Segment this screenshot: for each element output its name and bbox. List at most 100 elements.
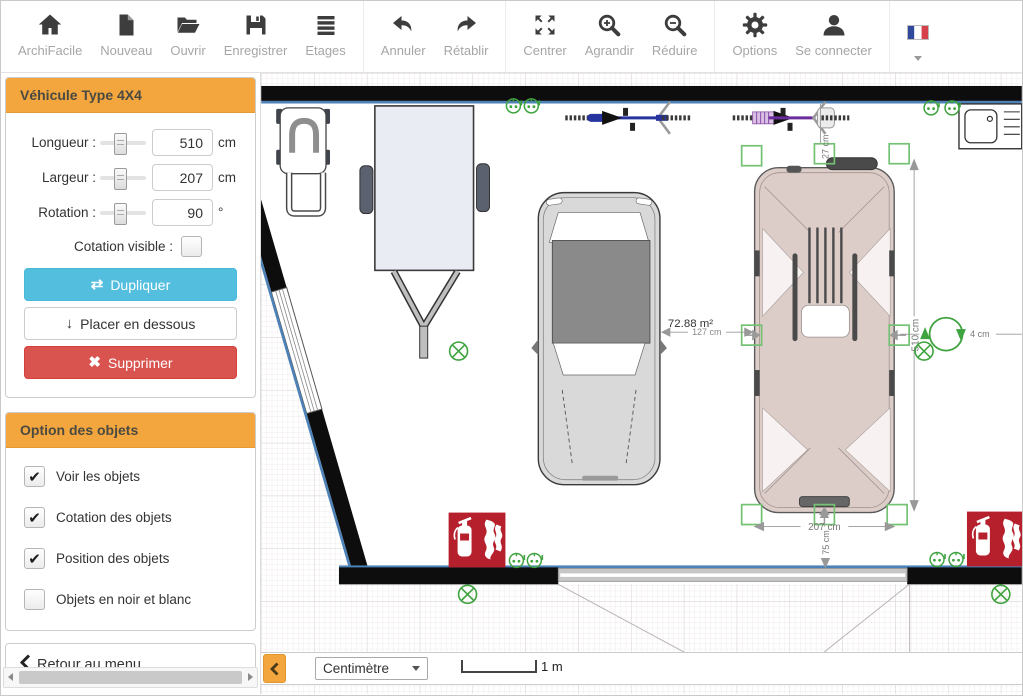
center-icon	[532, 9, 558, 41]
archifacile-app: ArchiFacile Nouveau Ouvrir Enregistrer E…	[0, 0, 1023, 696]
trailer[interactable]	[359, 105, 490, 359]
sidebar: Véhicule Type 4X4 Longueur : cm Largeur …	[1, 73, 261, 694]
toolbar-group-file: ArchiFacile Nouveau Ouvrir Enregistrer E…	[1, 1, 363, 72]
length-label: Longueur :	[31, 135, 96, 150]
redo-icon	[453, 9, 479, 41]
rotation-field-row: Rotation : °	[14, 195, 247, 230]
cross-icon: ✖	[88, 354, 101, 371]
toolbar-button-nouveau[interactable]: Nouveau	[91, 1, 161, 72]
caret-down-icon	[412, 666, 420, 671]
option-row-position-objets: ✔ Position des objets	[14, 538, 247, 579]
unit-selector[interactable]: Centimètre	[315, 657, 428, 680]
voir-objets-label: Voir les objets	[56, 469, 141, 484]
canvas-bottom-bar: Centimètre 1 m	[261, 652, 1022, 685]
collapse-sidebar-button[interactable]	[263, 654, 286, 683]
length-input[interactable]	[152, 129, 213, 156]
suv-4x4-selected[interactable]	[753, 157, 895, 514]
length-field-row: Longueur : cm	[14, 125, 247, 160]
toolbar-button-archifacile[interactable]: ArchiFacile	[9, 1, 91, 72]
cotation-visible-checkbox[interactable]	[181, 235, 203, 257]
voir-objets-checkbox[interactable]: ✔	[24, 466, 45, 487]
toolbar-label: ArchiFacile	[18, 43, 83, 58]
bottom-wall-left[interactable]	[338, 567, 559, 585]
toolbar-label: Rétablir	[443, 43, 489, 58]
rotation-label: Rotation :	[38, 205, 96, 220]
slider-thumb[interactable]	[114, 132, 127, 155]
scrollbar-thumb[interactable]	[19, 671, 242, 684]
option-row-cotation-objets: ✔ Cotation des objets	[14, 497, 247, 538]
width-label: Largeur :	[41, 170, 96, 185]
dim-4: 4 cm	[970, 329, 989, 339]
toolbar-button-etages[interactable]: Etages	[296, 1, 354, 72]
objects-options-panel: Option des objets ✔ Voir les objets ✔ Co…	[5, 412, 256, 631]
ceiling-lights[interactable]	[448, 341, 1011, 605]
duplicate-button[interactable]: ⇄ Dupliquer	[24, 268, 237, 301]
toolbar-label: Se connecter	[795, 43, 872, 58]
toolbar-button-reduire[interactable]: Réduire	[643, 1, 707, 72]
toolbar-label: Ouvrir	[170, 43, 206, 58]
lawn-mower[interactable]	[276, 107, 331, 217]
sink[interactable]	[958, 103, 1022, 150]
user-icon	[821, 9, 847, 41]
length-slider[interactable]	[100, 132, 146, 155]
top-wall[interactable]	[261, 85, 1022, 101]
toolbar-group-view: Centrer Agrandir Réduire	[505, 1, 714, 72]
toolbar-button-enregistrer[interactable]: Enregistrer	[215, 1, 297, 72]
toolbar-button-agrandir[interactable]: Agrandir	[576, 1, 643, 72]
content: Véhicule Type 4X4 Longueur : cm Largeur …	[1, 73, 1022, 694]
check-icon: ✔	[28, 468, 41, 486]
floor-plan-canvas[interactable]: 72.88 m² 127 cm 510 cm 27 cm 207 cm 75 c…	[261, 73, 1022, 694]
vehicle-panel-title: Véhicule Type 4X4	[6, 78, 255, 113]
zoom-in-icon	[596, 9, 622, 41]
french-flag-icon	[906, 17, 929, 49]
width-slider[interactable]	[100, 167, 146, 190]
garage-door[interactable]	[557, 568, 908, 582]
toolbar-button-options[interactable]: Options	[723, 1, 786, 72]
unit-selector-value: Centimètre	[323, 661, 390, 676]
cotation-objets-checkbox[interactable]: ✔	[24, 507, 45, 528]
sidebar-horizontal-scrollbar[interactable]	[3, 667, 258, 688]
slider-thumb[interactable]	[114, 202, 127, 225]
objects-options-title: Option des objets	[6, 413, 255, 448]
toolbar-button-centrer[interactable]: Centrer	[514, 1, 575, 72]
delete-label: Supprimer	[107, 354, 173, 371]
toolbar-label: Nouveau	[100, 43, 153, 58]
check-icon: ✔	[28, 509, 41, 527]
cotation-objets-label: Cotation des objets	[56, 510, 172, 525]
floor-plan-area: 72.88 m² 127 cm 510 cm 27 cm 207 cm 75 c…	[261, 73, 1022, 694]
vehicle-panel: Véhicule Type 4X4 Longueur : cm Largeur …	[5, 77, 256, 398]
rotation-slider[interactable]	[100, 202, 146, 225]
toolbar: ArchiFacile Nouveau Ouvrir Enregistrer E…	[1, 1, 1022, 73]
place-below-label: Placer en dessous	[80, 315, 196, 332]
width-unit: cm	[218, 170, 236, 185]
delete-button[interactable]: ✖ Supprimer	[24, 346, 237, 379]
noir-et-blanc-label: Objets en noir et blanc	[56, 592, 192, 607]
slider-thumb[interactable]	[114, 167, 127, 190]
rotation-input[interactable]	[152, 199, 213, 226]
caret-down-icon	[913, 55, 922, 61]
top-wall-inner-line	[261, 100, 1022, 104]
undo-icon	[390, 9, 416, 41]
gear-icon	[742, 9, 768, 41]
toolbar-button-annuler[interactable]: Annuler	[372, 1, 435, 72]
bicycle-purple[interactable]	[732, 101, 850, 135]
language-selector[interactable]	[898, 1, 938, 72]
position-objets-checkbox[interactable]: ✔	[24, 548, 45, 569]
fire-extinguisher-signs[interactable]	[447, 510, 1022, 569]
scroll-right-arrow-icon[interactable]	[248, 673, 253, 681]
bottom-wall-right[interactable]	[907, 567, 1022, 585]
toolbar-button-retablir[interactable]: Rétablir	[435, 1, 498, 72]
car[interactable]	[531, 191, 667, 486]
cotation-visible-row: Cotation visible :	[14, 230, 247, 262]
toolbar-button-ouvrir[interactable]: Ouvrir	[161, 1, 214, 72]
chevron-left-icon	[270, 662, 279, 675]
rotation-handle[interactable]	[920, 316, 966, 352]
toolbar-label: Réduire	[651, 43, 698, 58]
width-input[interactable]	[152, 164, 213, 191]
noir-et-blanc-checkbox[interactable]	[24, 589, 45, 610]
scroll-left-arrow-icon[interactable]	[8, 673, 13, 681]
place-below-button[interactable]: ↓ Placer en dessous	[24, 307, 237, 340]
bicycle-blue[interactable]	[565, 101, 692, 135]
option-row-voir-objets: ✔ Voir les objets	[14, 456, 247, 497]
toolbar-button-se-connecter[interactable]: Se connecter	[786, 1, 881, 72]
